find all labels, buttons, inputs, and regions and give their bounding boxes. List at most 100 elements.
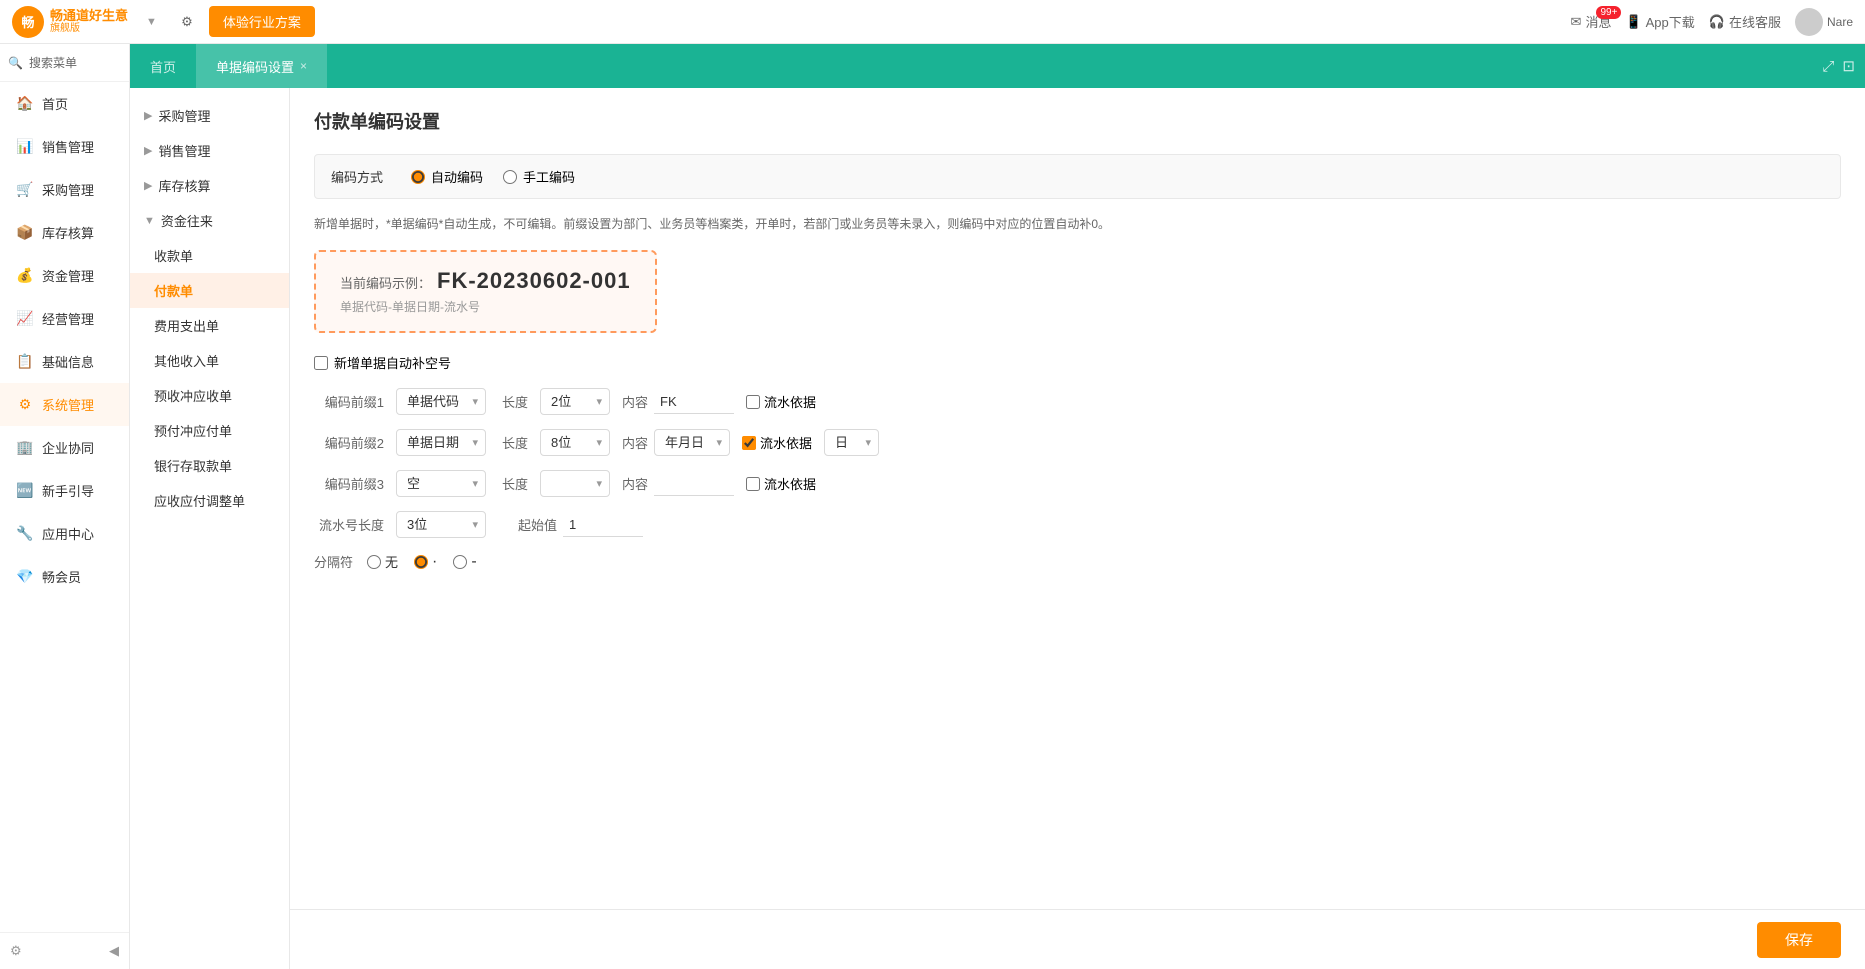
encoding-method-label: 编码方式: [331, 167, 383, 186]
sidebar-item-inventory[interactable]: 📦 库存核算: [0, 211, 129, 254]
sidebar-item-enterprise[interactable]: 🏢 企业协同: [0, 426, 129, 469]
experience-button[interactable]: 体验行业方案: [209, 6, 315, 37]
sidebar-item-member[interactable]: 💎 畅会员: [0, 555, 129, 598]
sub-nav-receipt[interactable]: 收款单: [130, 238, 289, 273]
sep-dot-radio[interactable]: ·: [414, 553, 437, 571]
serial1-checkbox[interactable]: [746, 395, 760, 409]
sub-nav-prepay-payment[interactable]: 预付冲应付单: [130, 413, 289, 448]
logo-icon: 畅: [12, 6, 44, 38]
length3-label: 长度: [498, 474, 528, 493]
tab-home[interactable]: 首页: [130, 44, 196, 88]
top-bar-right: ✉ 消息 99+ 📱 App下载 🎧 在线客服 Nare: [1571, 8, 1853, 36]
prefix1-row: 编码前缀1 单据代码 长度 2位: [314, 388, 1841, 415]
app-download-item[interactable]: 📱 App下载: [1625, 12, 1694, 31]
serial3-label: 流水依据: [764, 474, 816, 493]
sep-dot-input[interactable]: [414, 555, 428, 569]
start-value-field: 起始值: [518, 513, 643, 537]
company-dropdown[interactable]: ▼: [138, 12, 165, 32]
content1-input[interactable]: [654, 390, 734, 414]
sidebar-item-purchase[interactable]: 🛒 采购管理: [0, 168, 129, 211]
start-value-input[interactable]: [563, 513, 643, 537]
sidebar-item-guide[interactable]: 🆕 新手引导: [0, 469, 129, 512]
inventory-icon: 📦: [16, 224, 34, 242]
length2-select[interactable]: 8位: [540, 429, 610, 456]
sidebar-item-basic[interactable]: 📋 基础信息: [0, 340, 129, 383]
manual-radio-input[interactable]: [503, 170, 517, 184]
prefix2-select[interactable]: 单据日期: [396, 429, 486, 456]
sub-nav-purchase[interactable]: ▶ 采购管理: [130, 98, 289, 133]
tab-encoding[interactable]: 单据编码设置 ×: [196, 44, 327, 88]
auto-radio-input[interactable]: [411, 170, 425, 184]
sidebar-item-operation[interactable]: 📈 经营管理: [0, 297, 129, 340]
maximize-button[interactable]: ⤢: [1822, 58, 1834, 75]
length3-select[interactable]: [540, 470, 610, 497]
top-bar-left: 畅 畅通道好生意 旗舰版 ▼ ⚙ 体验行业方案: [12, 6, 315, 38]
hint-text: 新增单据时，*单据编码*自动生成，不可编辑。前缀设置为部门、业务员等档案类，开单…: [314, 215, 1841, 234]
sub-nav-other-income[interactable]: 其他收入单: [130, 343, 289, 378]
restore-button[interactable]: ⊡: [1842, 57, 1855, 75]
sales-icon: 📊: [16, 138, 34, 156]
sep-none-radio[interactable]: 无: [367, 552, 398, 571]
arrow-inventory: ▶: [144, 179, 152, 192]
length1-select-wrapper: 2位: [540, 388, 610, 415]
main-layout: 🔍 搜索菜单 🏠 首页 📊 销售管理 🛒 采购管理 📦 库存核算 💰 资金管理 …: [0, 44, 1865, 969]
sidebar-item-system[interactable]: ⚙ 系统管理: [0, 383, 129, 426]
serial2-checkbox[interactable]: [742, 436, 756, 450]
serial2-checkbox-row: 流水依据: [742, 433, 812, 452]
auto-fill-checkbox[interactable]: [314, 356, 328, 370]
sep-dash-radio[interactable]: -: [453, 553, 476, 571]
sub-nav-ap-adjust[interactable]: 应收应付调整单: [130, 483, 289, 518]
sidebar: 🔍 搜索菜单 🏠 首页 📊 销售管理 🛒 采购管理 📦 库存核算 💰 资金管理 …: [0, 44, 130, 969]
sub-nav-sales[interactable]: ▶ 销售管理: [130, 133, 289, 168]
message-item[interactable]: ✉ 消息 99+: [1571, 12, 1612, 31]
online-service-item[interactable]: 🎧 在线客服: [1709, 12, 1781, 31]
home-icon: 🏠: [16, 95, 34, 113]
sep-dash-input[interactable]: [453, 555, 467, 569]
save-button[interactable]: 保存: [1757, 922, 1841, 958]
purchase-icon: 🛒: [16, 181, 34, 199]
sub-nav: ▶ 采购管理 ▶ 销售管理 ▶ 库存核算 ▼ 资金往来 收款单: [130, 88, 290, 969]
length2-select-wrapper: 8位: [540, 429, 610, 456]
length3-select-wrapper: [540, 470, 610, 497]
prefix3-select[interactable]: 空: [396, 470, 486, 497]
prefix1-label: 编码前缀1: [314, 392, 384, 411]
sidebar-search[interactable]: 🔍 搜索菜单: [0, 44, 129, 82]
sidebar-item-home[interactable]: 🏠 首页: [0, 82, 129, 125]
download-icon: 📱: [1625, 14, 1641, 30]
sidebar-item-apps[interactable]: 🔧 应用中心: [0, 512, 129, 555]
sub-nav-inventory[interactable]: ▶ 库存核算: [130, 168, 289, 203]
bottom-bar: 保存: [290, 909, 1865, 969]
tab-close-icon[interactable]: ×: [300, 59, 307, 73]
prefix1-select-wrapper: 单据代码: [396, 388, 486, 415]
sep-none-input[interactable]: [367, 555, 381, 569]
sub-nav-bank[interactable]: 银行存取款单: [130, 448, 289, 483]
user-area[interactable]: Nare: [1795, 8, 1853, 36]
sub-nav-prepay-receipt[interactable]: 预收冲应收单: [130, 378, 289, 413]
sidebar-settings-icon[interactable]: ⚙: [10, 943, 22, 959]
serial-length-row: 流水号长度 3位 起始值: [314, 511, 1841, 538]
content3-input[interactable]: [654, 472, 734, 496]
content2-label: 内容: [622, 433, 648, 452]
code-example: FK-20230602-001: [437, 268, 631, 294]
member-icon: 💎: [16, 568, 34, 586]
serial-length-select[interactable]: 3位: [396, 511, 486, 538]
content2-select[interactable]: 年月日: [654, 429, 730, 456]
manual-encoding-radio[interactable]: 手工编码: [503, 167, 575, 186]
prefix1-select[interactable]: 单据代码: [396, 388, 486, 415]
serial3-checkbox[interactable]: [746, 477, 760, 491]
settings-button[interactable]: ⚙: [173, 8, 201, 36]
code-preview-row: 当前编码示例： FK-20230602-001: [340, 268, 631, 294]
serial-length-select-wrapper: 3位: [396, 511, 486, 538]
sidebar-item-finance[interactable]: 💰 资金管理: [0, 254, 129, 297]
sub-nav-payment[interactable]: 付款单: [130, 273, 289, 308]
arrow-capital: ▼: [144, 215, 155, 227]
sub-nav-capital[interactable]: ▼ 资金往来: [130, 203, 289, 238]
sidebar-collapse-icon[interactable]: ◀: [109, 943, 119, 959]
serial2-period-select[interactable]: 日: [824, 429, 879, 456]
auto-encoding-radio[interactable]: 自动编码: [411, 167, 483, 186]
length1-select[interactable]: 2位: [540, 388, 610, 415]
sidebar-item-sales[interactable]: 📊 销售管理: [0, 125, 129, 168]
content3-label: 内容: [622, 474, 648, 493]
sub-nav-expense[interactable]: 费用支出单: [130, 308, 289, 343]
enterprise-icon: 🏢: [16, 439, 34, 457]
